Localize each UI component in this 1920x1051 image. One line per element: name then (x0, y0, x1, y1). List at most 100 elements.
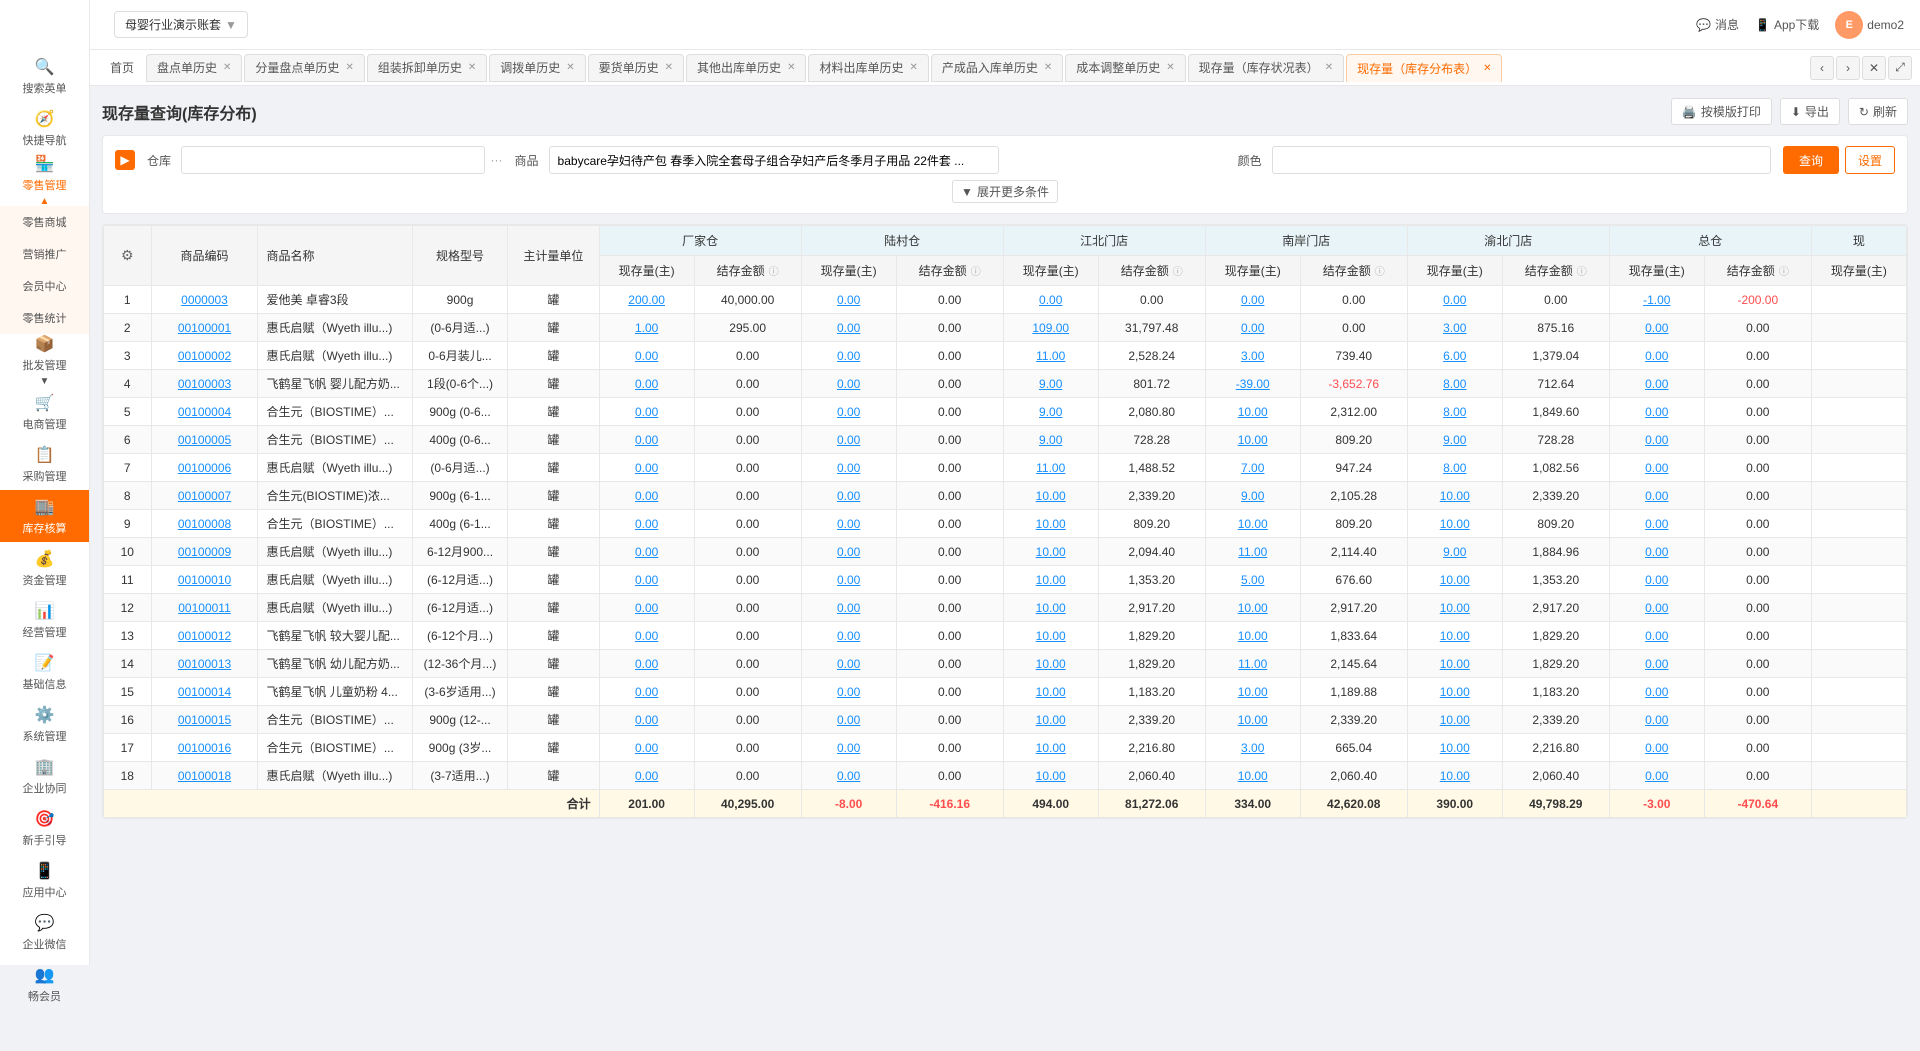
tab-close-icon[interactable]: ✕ (223, 62, 231, 73)
code-link[interactable]: 00100009 (178, 545, 231, 559)
qty-link[interactable]: 9.00 (1039, 405, 1062, 419)
code-link[interactable]: 00100001 (178, 321, 231, 335)
qty-link[interactable]: 0.00 (1645, 685, 1668, 699)
qty-link[interactable]: 0.00 (635, 769, 658, 783)
code-link[interactable]: 00100002 (178, 349, 231, 363)
tabs-close-btn[interactable]: ✕ (1862, 56, 1886, 80)
info-icon[interactable]: ⓘ (1779, 263, 1789, 278)
tab-home[interactable]: 首页 (98, 59, 146, 76)
qty-link[interactable]: 0.00 (1039, 293, 1062, 307)
print-button[interactable]: 🖨️ 按模版打印 (1671, 98, 1772, 125)
color-input[interactable] (1272, 146, 1771, 174)
qty-link[interactable]: 10.00 (1036, 657, 1066, 671)
info-icon[interactable]: ⓘ (769, 263, 779, 278)
app-download-btn[interactable]: 📱 App下载 (1755, 16, 1819, 33)
product-input[interactable] (549, 146, 999, 174)
sidebar-item-retail-stats[interactable]: 零售统计 (0, 302, 89, 334)
sidebar-item-member[interactable]: 会员中心 (0, 270, 89, 302)
qty-link[interactable]: 11.00 (1238, 657, 1267, 671)
code-link[interactable]: 0000003 (181, 293, 228, 307)
refresh-button[interactable]: ↻ 刷新 (1848, 98, 1908, 125)
qty-link[interactable]: 0.00 (1645, 433, 1668, 447)
tabs-next-btn[interactable]: › (1836, 56, 1860, 80)
qty-link[interactable]: 8.00 (1443, 461, 1466, 475)
info-icon[interactable]: ⓘ (971, 263, 981, 278)
qty-link[interactable]: 10.00 (1238, 769, 1268, 783)
tabs-expand-btn[interactable]: ⤢ (1888, 56, 1912, 80)
qty-link[interactable]: 10.00 (1238, 713, 1268, 727)
qty-link[interactable]: 3.00 (1241, 349, 1264, 363)
qty-link[interactable]: 0.00 (837, 461, 860, 475)
qty-link[interactable]: 1.00 (635, 321, 658, 335)
code-link[interactable]: 00100006 (178, 461, 231, 475)
setting-button[interactable]: 设置 (1845, 146, 1895, 174)
qty-link[interactable]: 9.00 (1039, 433, 1062, 447)
qty-link[interactable]: 10.00 (1036, 769, 1066, 783)
qty-link[interactable]: 11.00 (1238, 545, 1267, 559)
code-link[interactable]: 00100008 (178, 517, 231, 531)
tabs-prev-btn[interactable]: ‹ (1810, 56, 1834, 80)
qty-link[interactable]: 0.00 (1645, 629, 1668, 643)
qty-link[interactable]: 109.00 (1032, 321, 1069, 335)
qty-link[interactable]: 0.00 (635, 405, 658, 419)
qty-link[interactable]: 10.00 (1440, 517, 1470, 531)
qty-link[interactable]: 11.00 (1036, 349, 1065, 363)
qty-link[interactable]: 10.00 (1036, 685, 1066, 699)
qty-link[interactable]: 0.00 (1241, 293, 1264, 307)
tab-close-icon[interactable]: ✕ (665, 62, 673, 73)
qty-link[interactable]: 0.00 (837, 601, 860, 615)
qty-link[interactable]: 10.00 (1440, 573, 1470, 587)
message-btn[interactable]: 💬 消息 (1696, 16, 1739, 33)
code-link[interactable]: 00100003 (178, 377, 231, 391)
qty-link[interactable]: 10.00 (1440, 489, 1470, 503)
sidebar-item-stock[interactable]: 🏬 库存核算 (0, 490, 89, 542)
sidebar-item-ecommerce[interactable]: 🛒 电商管理 (0, 386, 89, 438)
code-link[interactable]: 00100012 (178, 629, 231, 643)
qty-link[interactable]: 9.00 (1443, 545, 1466, 559)
code-link[interactable]: 00100013 (178, 657, 231, 671)
tab-close-icon[interactable]: ✕ (1483, 63, 1491, 74)
qty-link[interactable]: 10.00 (1036, 741, 1066, 755)
qty-link[interactable]: 0.00 (1645, 405, 1668, 419)
qty-link[interactable]: 0.00 (1645, 713, 1668, 727)
search-expand-toggle[interactable]: ▶ (115, 150, 135, 170)
qty-link[interactable]: 10.00 (1238, 601, 1268, 615)
qty-link[interactable]: -1.00 (1643, 293, 1670, 307)
qty-link[interactable]: 0.00 (635, 741, 658, 755)
qty-link[interactable]: 0.00 (837, 741, 860, 755)
tab-cost-adjust[interactable]: 成本调整单历史 ✕ (1065, 54, 1185, 82)
qty-link[interactable]: 3.00 (1443, 321, 1466, 335)
sidebar-item-wechat[interactable]: 💬 企业微信 (0, 906, 89, 958)
qty-link[interactable]: 10.00 (1036, 601, 1066, 615)
qty-link[interactable]: 0.00 (837, 629, 860, 643)
tab-close-icon[interactable]: ✕ (468, 62, 476, 73)
qty-link[interactable]: 0.00 (635, 685, 658, 699)
tab-split-stocktake[interactable]: 分量盘点单历史 ✕ (244, 54, 364, 82)
tab-product-in[interactable]: 产成品入库单历史 ✕ (931, 54, 1063, 82)
qty-link[interactable]: 0.00 (635, 657, 658, 671)
qty-link[interactable]: 0.00 (837, 769, 860, 783)
qty-link[interactable]: 10.00 (1036, 545, 1066, 559)
qty-link[interactable]: 0.00 (837, 293, 860, 307)
qty-link[interactable]: 0.00 (635, 349, 658, 363)
tab-stocktake[interactable]: 盘点单历史 ✕ (146, 54, 242, 82)
qty-link[interactable]: 10.00 (1440, 657, 1470, 671)
qty-link[interactable]: 0.00 (635, 377, 658, 391)
qty-link[interactable]: 5.00 (1241, 573, 1264, 587)
qty-link[interactable]: 0.00 (1645, 517, 1668, 531)
qty-link[interactable]: 9.00 (1443, 433, 1466, 447)
info-icon[interactable]: ⓘ (1375, 263, 1385, 278)
qty-link[interactable]: 0.00 (837, 489, 860, 503)
code-link[interactable]: 00100014 (178, 685, 231, 699)
qty-link[interactable]: 0.00 (837, 405, 860, 419)
qty-link[interactable]: 10.00 (1238, 685, 1268, 699)
qty-link[interactable]: 0.00 (1645, 321, 1668, 335)
tab-stock-dist[interactable]: 现存量（库存分布表） ✕ (1346, 54, 1502, 82)
gear-icon[interactable]: ⚙ (121, 247, 134, 263)
code-link[interactable]: 00100015 (178, 713, 231, 727)
qty-link[interactable]: 0.00 (837, 713, 860, 727)
qty-link[interactable]: 0.00 (837, 657, 860, 671)
qty-link[interactable]: 10.00 (1036, 489, 1066, 503)
code-link[interactable]: 00100010 (178, 573, 231, 587)
qty-link[interactable]: 6.00 (1443, 349, 1466, 363)
